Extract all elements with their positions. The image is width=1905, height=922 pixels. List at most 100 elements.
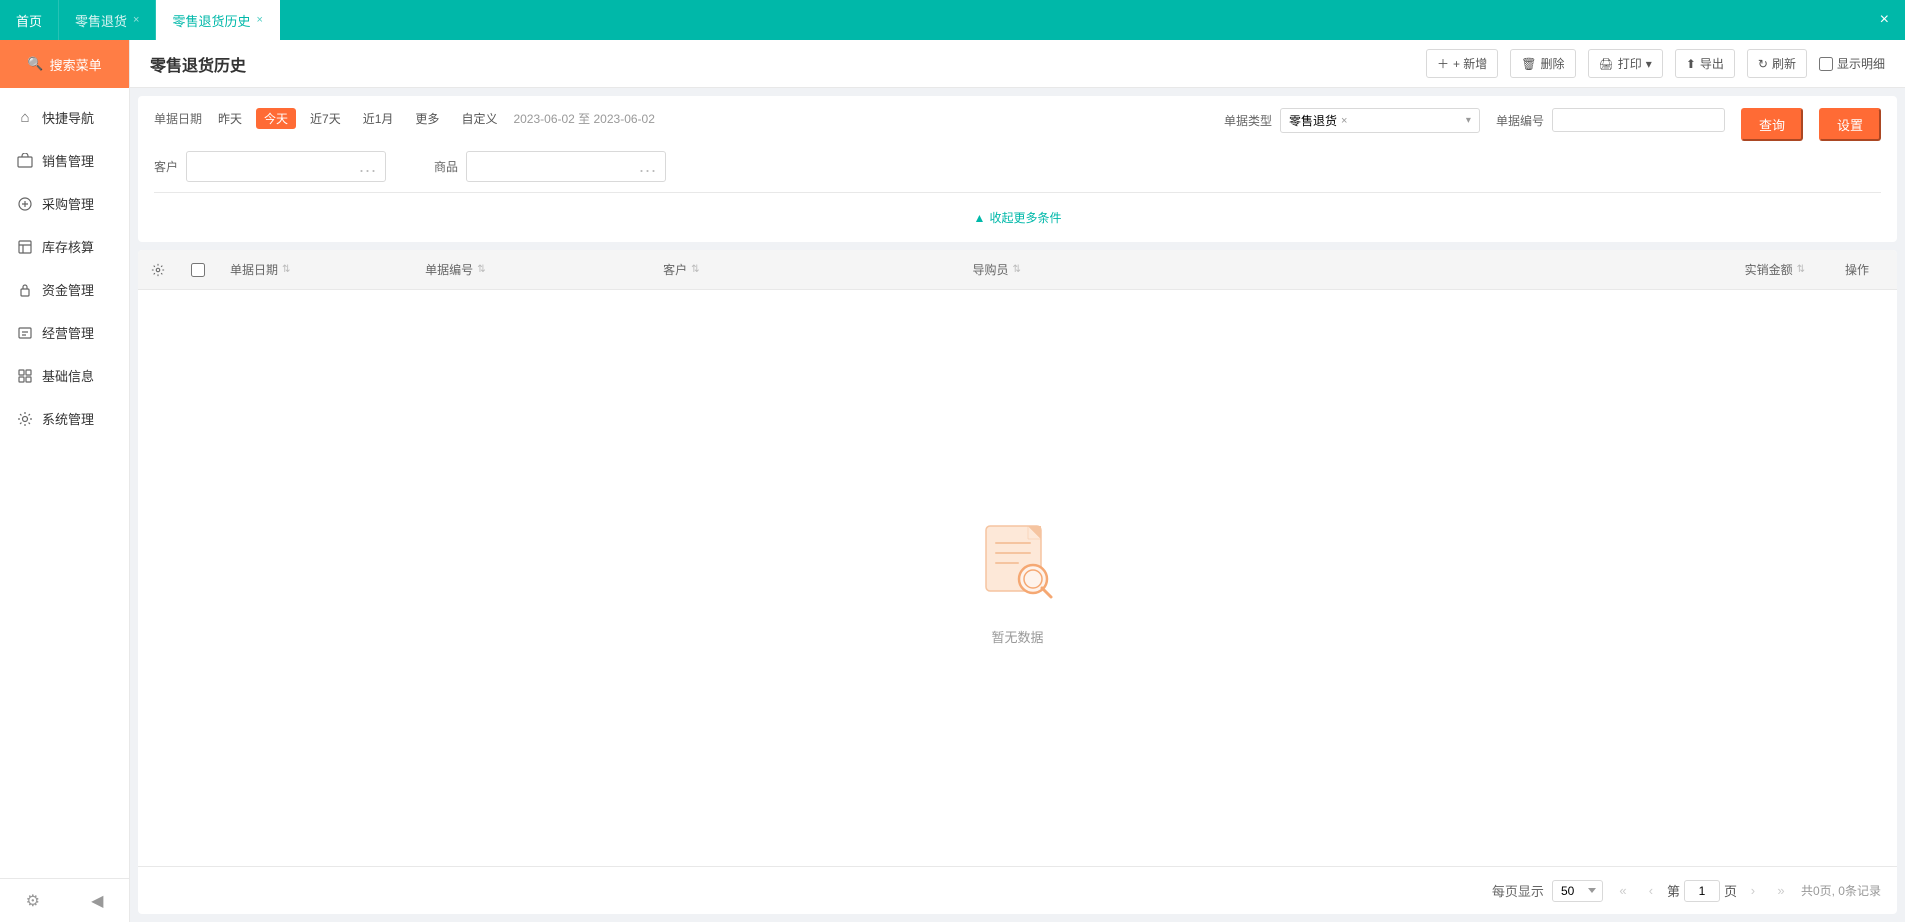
pagination: 每页显示 50 10 20 100 « ‹ 第 页 › » 共0页, 0条记录 bbox=[138, 866, 1897, 914]
sales-mgmt-icon bbox=[16, 152, 34, 170]
tab-retail-return-history[interactable]: 零售退货历史 × bbox=[156, 0, 279, 40]
collapse-label: 收起更多条件 bbox=[989, 209, 1061, 226]
total-info: 共0页, 0条记录 bbox=[1801, 882, 1881, 899]
table-header-checkbox[interactable] bbox=[178, 263, 218, 277]
date-btn-custom[interactable]: 自定义 bbox=[453, 108, 505, 129]
refresh-button[interactable]: ↻ 刷新 bbox=[1747, 49, 1807, 78]
bill-no-label: 单据编号 bbox=[1496, 112, 1544, 129]
bill-type-select-wrapper[interactable]: 零售退货 × ▾ bbox=[1280, 108, 1480, 133]
th-customer[interactable]: 客户 ⇅ bbox=[651, 261, 960, 278]
table-header: 单据日期 ⇅ 单据编号 ⇅ 客户 ⇅ 导购员 ⇅ 实销金额 bbox=[138, 250, 1897, 290]
date-btn-1month[interactable]: 近1月 bbox=[355, 108, 402, 129]
bill-type-tag-label: 零售退货 bbox=[1289, 112, 1337, 129]
th-guide-label: 导购员 bbox=[972, 261, 1008, 278]
th-action: 操作 bbox=[1817, 261, 1897, 278]
th-guide[interactable]: 导购员 ⇅ bbox=[960, 261, 1198, 278]
show-detail-label: 显示明细 bbox=[1837, 55, 1885, 72]
th-customer-sort-icon: ⇅ bbox=[691, 264, 699, 275]
date-btn-yesterday[interactable]: 昨天 bbox=[210, 108, 250, 129]
table-settings-icon[interactable] bbox=[138, 263, 178, 277]
filter-row-1: 单据日期 昨天 今天 近7天 近1月 更多 自定义 2023-06-02 至 2… bbox=[154, 108, 1881, 141]
sidebar-item-purchase-mgmt[interactable]: 采购管理 bbox=[0, 182, 129, 225]
date-range-display: 2023-06-02 至 2023-06-02 bbox=[513, 110, 654, 127]
sidebar-item-sales-mgmt[interactable]: 销售管理 bbox=[0, 139, 129, 182]
tab-retail-return[interactable]: 零售退货 × bbox=[59, 0, 156, 40]
th-bill-no[interactable]: 单据编号 ⇅ bbox=[413, 261, 651, 278]
prev-page-button[interactable]: ‹ bbox=[1639, 879, 1663, 903]
bill-type-chevron-icon: ▾ bbox=[1466, 115, 1471, 126]
delete-button[interactable]: 🗑 删除 bbox=[1510, 49, 1575, 78]
page-header: 零售退货历史 ＋ + 新增 🗑 删除 🖨 打印 ▾ ⬆ 导出 bbox=[130, 40, 1905, 88]
page-title: 零售退货历史 bbox=[150, 52, 246, 76]
collapse-button[interactable]: ▲ 收起更多条件 bbox=[974, 205, 1062, 230]
finance-mgmt-icon bbox=[16, 281, 34, 299]
refresh-icon: ↻ bbox=[1758, 57, 1768, 71]
ops-mgmt-icon bbox=[16, 324, 34, 342]
sidebar-item-quick-nav[interactable]: ⌂ 快捷导航 bbox=[0, 96, 129, 139]
show-detail-checkbox[interactable] bbox=[1819, 57, 1833, 71]
inventory-calc-icon bbox=[16, 238, 34, 256]
content-area: 零售退货历史 ＋ + 新增 🗑 删除 🖨 打印 ▾ ⬆ 导出 bbox=[130, 40, 1905, 922]
customer-filter: 客户 ... bbox=[154, 151, 386, 182]
sidebar-item-finance-mgmt-label: 资金管理 bbox=[42, 280, 94, 299]
date-btn-7days[interactable]: 近7天 bbox=[302, 108, 349, 129]
sidebar-item-finance-mgmt[interactable]: 资金管理 bbox=[0, 268, 129, 311]
last-page-button[interactable]: » bbox=[1769, 879, 1793, 903]
customer-input-wrapper[interactable]: ... bbox=[186, 151, 386, 182]
sidebar-item-ops-mgmt[interactable]: 经营管理 bbox=[0, 311, 129, 354]
export-button[interactable]: ⬆ 导出 bbox=[1675, 49, 1735, 78]
search-icon: 🔍 bbox=[27, 56, 43, 72]
bill-no-filter: 单据编号 bbox=[1496, 108, 1725, 132]
sidebar-settings-button[interactable]: ⚙ bbox=[18, 883, 48, 919]
query-button[interactable]: 查询 bbox=[1741, 108, 1803, 141]
print-label: 打印 bbox=[1618, 55, 1642, 72]
bill-date-label: 单据日期 bbox=[154, 110, 202, 127]
empty-illustration bbox=[968, 511, 1068, 611]
th-bill-date-label: 单据日期 bbox=[230, 261, 278, 278]
bill-date-filter: 单据日期 昨天 今天 近7天 近1月 更多 自定义 2023-06-02 至 2… bbox=[154, 108, 655, 129]
search-menu-button[interactable]: 🔍 搜索菜单 bbox=[0, 40, 129, 88]
th-bill-date[interactable]: 单据日期 ⇅ bbox=[218, 261, 413, 278]
bill-no-input[interactable] bbox=[1552, 108, 1725, 132]
delete-icon: 🗑 bbox=[1521, 57, 1536, 71]
sidebar-item-inventory-calc[interactable]: 库存核算 bbox=[0, 225, 129, 268]
sidebar-collapse-button[interactable]: ◀ bbox=[83, 883, 111, 919]
next-page-button[interactable]: › bbox=[1741, 879, 1765, 903]
show-detail-checkbox-label[interactable]: 显示明细 bbox=[1819, 55, 1885, 72]
page-number-input[interactable] bbox=[1684, 880, 1720, 902]
sidebar-item-basic-info[interactable]: 基础信息 bbox=[0, 354, 129, 397]
bill-type-filter: 单据类型 零售退货 × ▾ bbox=[1224, 108, 1480, 133]
customer-label: 客户 bbox=[154, 158, 178, 175]
select-all-checkbox[interactable] bbox=[191, 263, 205, 277]
new-button[interactable]: ＋ + 新增 bbox=[1426, 49, 1498, 78]
query-label: 查询 bbox=[1759, 118, 1785, 133]
settings-label: 设置 bbox=[1837, 118, 1863, 133]
per-page-select[interactable]: 50 10 20 100 bbox=[1552, 880, 1603, 902]
window-close-button[interactable]: × bbox=[1880, 11, 1905, 29]
search-menu-label: 搜索菜单 bbox=[50, 55, 102, 74]
date-btn-today[interactable]: 今天 bbox=[256, 108, 296, 129]
settings-button[interactable]: 设置 bbox=[1819, 108, 1881, 141]
refresh-label: 刷新 bbox=[1772, 55, 1796, 72]
filter-row-2: 客户 ... 商品 ... bbox=[154, 151, 1881, 182]
first-page-button[interactable]: « bbox=[1611, 879, 1635, 903]
bill-type-tag-close[interactable]: × bbox=[1341, 115, 1347, 127]
sys-mgmt-icon bbox=[16, 410, 34, 428]
tab-home[interactable]: 首页 bbox=[0, 0, 59, 40]
empty-state: 暂无数据 bbox=[968, 511, 1068, 646]
goods-input-wrapper[interactable]: ... bbox=[466, 151, 666, 182]
sidebar-item-basic-info-label: 基础信息 bbox=[42, 366, 94, 385]
goods-dots-icon: ... bbox=[639, 156, 657, 177]
tab-retail-return-history-close[interactable]: × bbox=[256, 14, 262, 26]
bill-type-tag: 零售退货 × bbox=[1289, 112, 1347, 129]
tab-retail-return-close[interactable]: × bbox=[133, 14, 139, 26]
th-amount-sort-icon: ⇅ bbox=[1797, 264, 1805, 275]
export-icon: ⬆ bbox=[1686, 57, 1696, 71]
th-amount[interactable]: 实销金额 ⇅ bbox=[1650, 261, 1817, 278]
print-button[interactable]: 🖨 打印 ▾ bbox=[1588, 49, 1663, 78]
sidebar-item-sys-mgmt[interactable]: 系统管理 bbox=[0, 397, 129, 440]
filter-area: 单据日期 昨天 今天 近7天 近1月 更多 自定义 2023-06-02 至 2… bbox=[138, 96, 1897, 242]
date-btn-more[interactable]: 更多 bbox=[407, 108, 447, 129]
sidebar-item-inventory-calc-label: 库存核算 bbox=[42, 237, 94, 256]
empty-text: 暂无数据 bbox=[991, 627, 1043, 646]
